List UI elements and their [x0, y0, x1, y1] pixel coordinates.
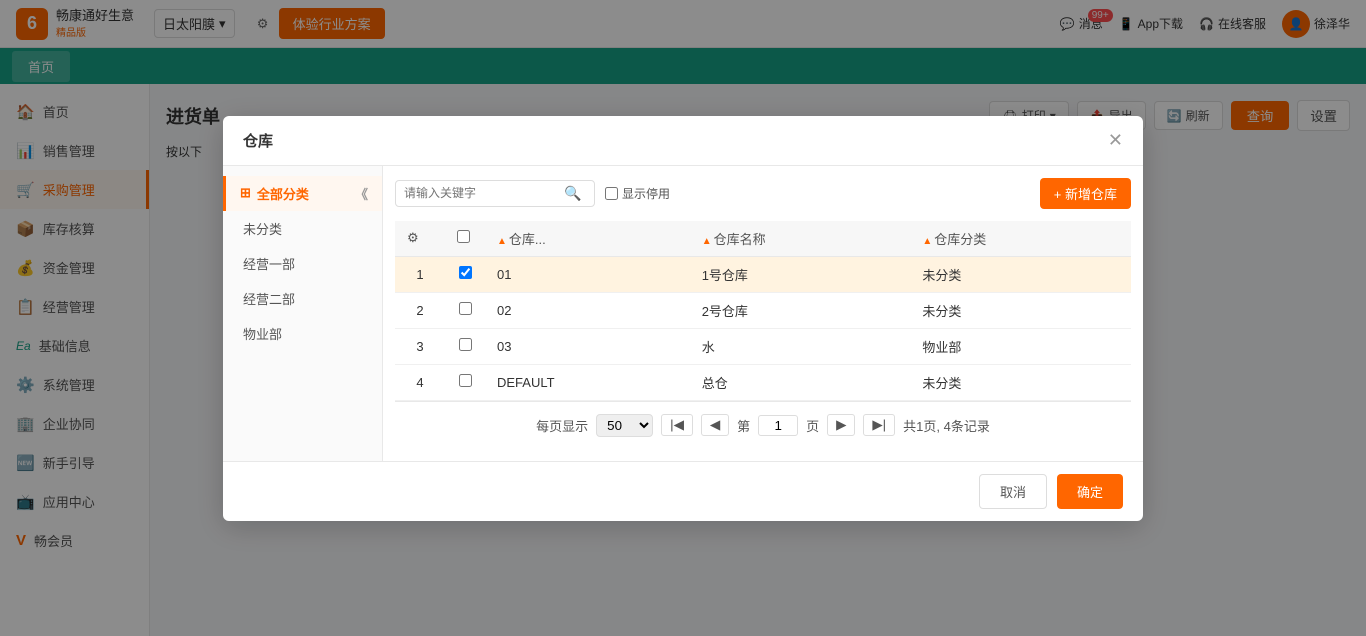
modal-title: 仓库	[243, 130, 273, 151]
row-category-2: 未分类	[910, 292, 1131, 328]
row-checkbox-1[interactable]	[459, 266, 472, 279]
search-box: 🔍	[395, 180, 595, 207]
modal-header: 仓库 ✕	[223, 116, 1143, 166]
row-code-3: 03	[485, 328, 690, 364]
pagination: 每页显示 50 100 |◀ ◀ 第 页 ▶ ▶| 共1页, 4条记录	[395, 401, 1131, 449]
row-name-2: 2号仓库	[690, 292, 911, 328]
category-sidebar: ⊞ 全部分类 《 未分类 经营一部 经营二部 物业部	[223, 166, 383, 461]
add-warehouse-button[interactable]: + 新增仓库	[1040, 178, 1131, 209]
modal-close-button[interactable]: ✕	[1108, 130, 1123, 151]
warehouse-modal: 仓库 ✕ ⊞ 全部分类 《 未分类 经营一部 经营二部 物业部	[223, 116, 1143, 521]
category-all-label: 全部分类	[257, 184, 309, 203]
last-page-button[interactable]: ▶|	[863, 414, 895, 436]
search-input[interactable]	[404, 186, 564, 200]
show-disabled-label: 显示停用	[622, 185, 670, 202]
th-name: ▲仓库名称	[690, 221, 911, 257]
show-disabled-checkbox[interactable]: 显示停用	[605, 185, 670, 202]
modal-overlay[interactable]: 仓库 ✕ ⊞ 全部分类 《 未分类 经营一部 经营二部 物业部	[0, 0, 1366, 636]
table-row[interactable]: 2 02 2号仓库 未分类	[395, 292, 1131, 328]
category-item-uncategorized[interactable]: 未分类	[223, 211, 382, 246]
row-category-3: 物业部	[910, 328, 1131, 364]
page-suffix: 页	[806, 416, 819, 435]
row-code-2: 02	[485, 292, 690, 328]
th-category: ▲仓库分类	[910, 221, 1131, 257]
row-name-3: 水	[690, 328, 911, 364]
modal-body: ⊞ 全部分类 《 未分类 经营一部 经营二部 物业部 🔍	[223, 166, 1143, 461]
table-row[interactable]: 4 DEFAULT 总仓 未分类	[395, 364, 1131, 400]
page-label: 第	[737, 416, 750, 435]
confirm-button[interactable]: 确定	[1057, 474, 1123, 509]
category-item-ops1[interactable]: 经营一部	[223, 246, 382, 281]
modal-toolbar: 🔍 显示停用 + 新增仓库	[395, 178, 1131, 209]
table-body: 1 01 1号仓库 未分类 2 02 2号仓库	[395, 256, 1131, 400]
category-all[interactable]: ⊞ 全部分类 《	[223, 176, 382, 211]
row-category-4: 未分类	[910, 364, 1131, 400]
row-gear: 1	[395, 256, 445, 292]
row-checkbox-3[interactable]	[459, 338, 472, 351]
per-page-label: 每页显示	[536, 416, 588, 435]
th-code: ▲仓库...	[485, 221, 690, 257]
table-row[interactable]: 3 03 水 物业部	[395, 328, 1131, 364]
row-code-1: 01	[485, 256, 690, 292]
disabled-checkbox-input[interactable]	[605, 187, 618, 200]
per-page-select[interactable]: 50 100	[596, 414, 653, 437]
row-name-1: 1号仓库	[690, 256, 911, 292]
row-check	[445, 328, 485, 364]
th-gear: ⚙	[395, 221, 445, 257]
search-icon: 🔍	[564, 185, 581, 202]
table-header: ⚙ ▲仓库... ▲仓库名称 ▲仓库分类	[395, 221, 1131, 257]
next-page-button[interactable]: ▶	[827, 414, 855, 436]
row-check	[445, 292, 485, 328]
row-check	[445, 256, 485, 292]
row-check	[445, 364, 485, 400]
row-gear: 4	[395, 364, 445, 400]
th-check	[445, 221, 485, 257]
row-name-4: 总仓	[690, 364, 911, 400]
table-row[interactable]: 1 01 1号仓库 未分类	[395, 256, 1131, 292]
row-gear: 3	[395, 328, 445, 364]
row-checkbox-2[interactable]	[459, 302, 472, 315]
select-all-checkbox[interactable]	[457, 230, 470, 243]
warehouse-table: ⚙ ▲仓库... ▲仓库名称 ▲仓库分类 1 01	[395, 221, 1131, 401]
row-checkbox-4[interactable]	[459, 374, 472, 387]
row-category-1: 未分类	[910, 256, 1131, 292]
category-item-property[interactable]: 物业部	[223, 316, 382, 351]
first-page-button[interactable]: |◀	[661, 414, 693, 436]
page-number-input[interactable]	[758, 415, 798, 436]
category-item-ops2[interactable]: 经营二部	[223, 281, 382, 316]
collapse-icon[interactable]: 《	[355, 184, 368, 203]
cancel-button[interactable]: 取消	[979, 474, 1047, 509]
total-records: 共1页, 4条记录	[903, 416, 990, 435]
prev-page-button[interactable]: ◀	[701, 414, 729, 436]
table-wrapper: ⚙ ▲仓库... ▲仓库名称 ▲仓库分类 1 01	[395, 221, 1131, 401]
row-code-4: DEFAULT	[485, 364, 690, 400]
grid-icon: ⊞	[240, 185, 251, 201]
modal-main: 🔍 显示停用 + 新增仓库 ⚙	[383, 166, 1143, 461]
row-gear: 2	[395, 292, 445, 328]
modal-footer: 取消 确定	[223, 461, 1143, 521]
